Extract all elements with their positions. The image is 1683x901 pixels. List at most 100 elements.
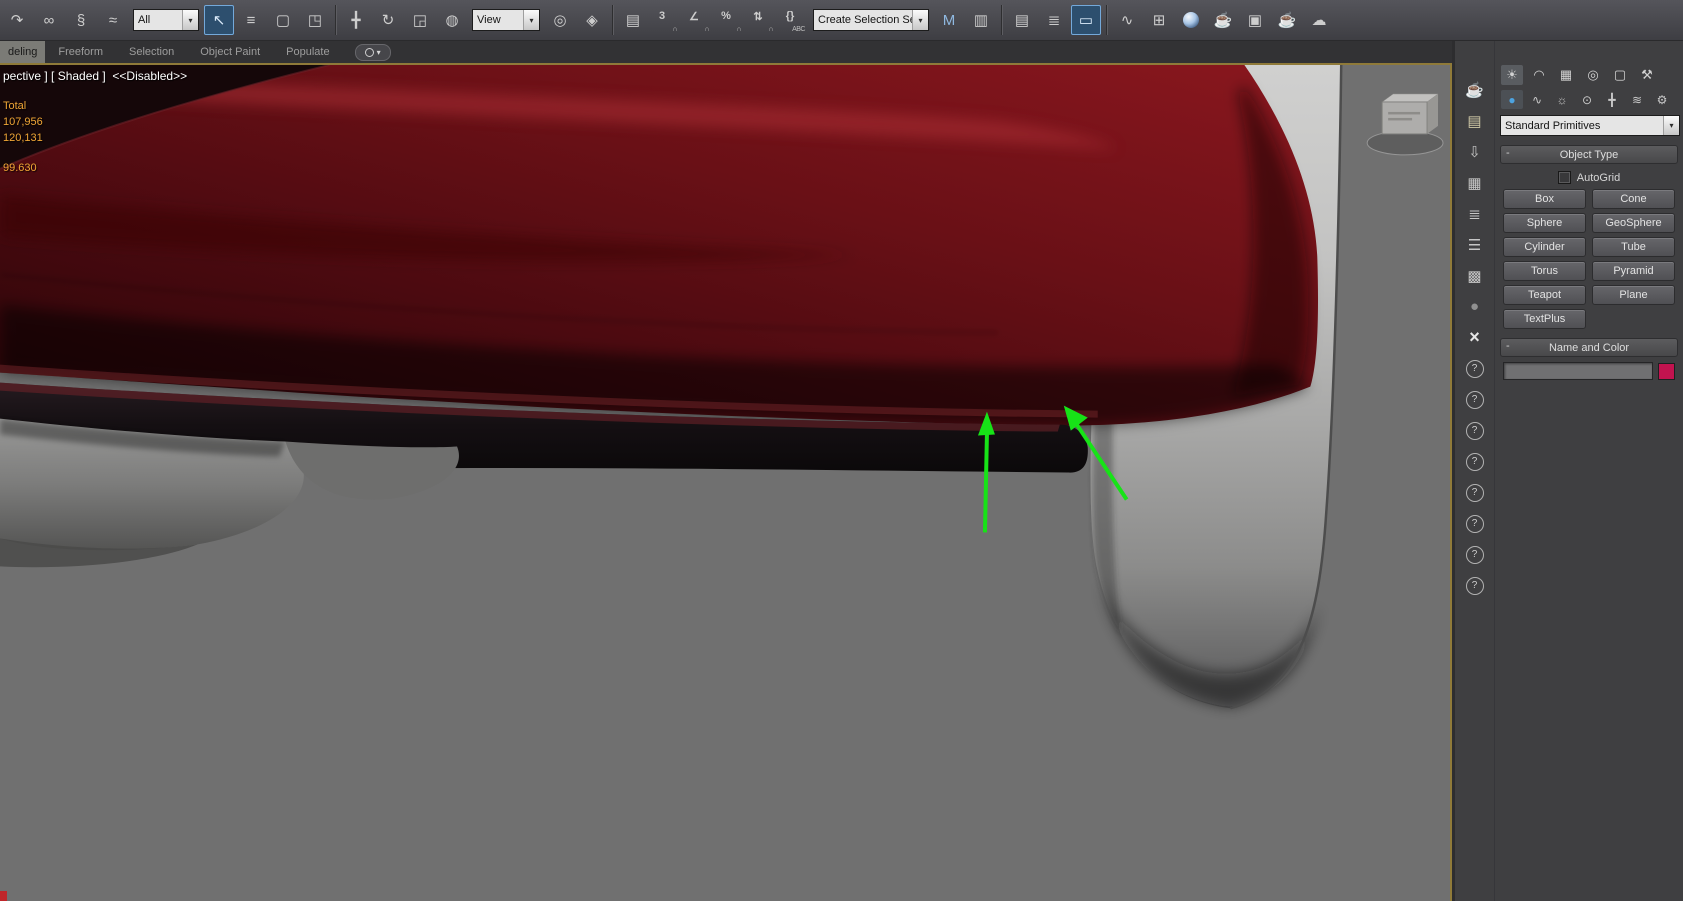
viewport[interactable]: pective ] [ Shaded ] <<Disabled>> Total …	[0, 63, 1452, 901]
display-tab[interactable]: ▢	[1609, 65, 1631, 85]
chevron-down-icon: ▾	[376, 47, 381, 57]
window-crossing-icon[interactable]: ◳	[300, 5, 330, 35]
tab-freeform[interactable]: Freeform	[45, 41, 116, 63]
object-name-input[interactable]	[1503, 362, 1653, 380]
scene-explorer-icon[interactable]: ▤	[1007, 5, 1037, 35]
select-and-place-icon[interactable]: ◍	[437, 5, 467, 35]
autogrid-checkbox[interactable]	[1557, 171, 1571, 184]
name-and-color-rollout-header[interactable]: - Name and Color	[1500, 338, 1678, 357]
schematic-view-icon[interactable]: ⊞	[1144, 5, 1174, 35]
shapes-subtab[interactable]: ∿	[1526, 90, 1548, 109]
snap-3d-icon[interactable]: 3 ∩	[650, 5, 680, 35]
reference-coordinate-dropdown[interactable]: View ▾	[472, 9, 540, 31]
select-object-icon[interactable]: ↖	[204, 5, 234, 35]
grid-icon[interactable]: ▩	[1462, 263, 1488, 288]
render-setup-icon[interactable]: ☕	[1208, 5, 1238, 35]
right-panel-area: ☕ ▤ ⇩ ▦ ≣ ☰ ▩ ● ×???????? ☀ ◠ ▦ ◎ ▢ ⚒ ● ∿ ☼ ⊙ ╋ ≋ ⚙ Standar…	[1452, 41, 1683, 901]
render-cloud-icon[interactable]: ☁	[1304, 5, 1334, 35]
tube-button[interactable]: Tube	[1592, 237, 1675, 257]
cameras-subtab[interactable]: ⊙	[1576, 90, 1598, 109]
ribbon-toggle-icon[interactable]: ▭	[1071, 5, 1101, 35]
mirror-icon[interactable]: M	[934, 5, 964, 35]
help-icon[interactable]: ?	[1462, 511, 1488, 536]
help-icon[interactable]: ?	[1462, 542, 1488, 567]
toolbar-group-link: ↷ ∞ § ≈	[2, 5, 128, 35]
geometry-subtab[interactable]: ●	[1501, 90, 1523, 109]
toolbar-group-snaps: ▤ 3 ∩ ∠ ∩% ∩ ⇅ ∩{} ABC	[618, 5, 808, 35]
tab-selection[interactable]: Selection	[116, 41, 187, 63]
rollout-title: Object Type	[1559, 148, 1619, 161]
viewport-label[interactable]: pective ] [ Shaded ] <<Disabled>>	[3, 69, 187, 83]
toolbar-separator	[1001, 5, 1002, 35]
create-tab[interactable]: ☀	[1501, 65, 1523, 85]
primitive-category-dropdown[interactable]: Standard Primitives ▾	[1500, 115, 1680, 136]
checker-icon[interactable]: ▦	[1462, 170, 1488, 195]
3ds-max-window: ↷ ∞ § ≈ All ▾ ↖ ≡ ▢ ◳ ╋ ↻ ◲ ◍ View ▾ ◎ ◈ ▤ 3 ∩ ∠ ∩% ∩ ⇅ ∩…	[0, 0, 1683, 901]
lights-subtab[interactable]: ☼	[1551, 90, 1573, 109]
helpers-subtab[interactable]: ╋	[1601, 90, 1623, 109]
rendered-frame-icon[interactable]: ▣	[1240, 5, 1270, 35]
select-and-move-icon[interactable]: ╋	[341, 5, 371, 35]
box-button[interactable]: Box	[1503, 189, 1586, 209]
textplus-button[interactable]: TextPlus	[1503, 309, 1586, 329]
teapot-icon[interactable]: ☕	[1462, 77, 1488, 102]
select-and-link-icon[interactable]: ∞	[34, 5, 64, 35]
modify-tab[interactable]: ◠	[1528, 65, 1550, 85]
select-and-rotate-icon[interactable]: ↻	[373, 5, 403, 35]
help-icon[interactable]: ?	[1462, 418, 1488, 443]
command-panel-tabs: ☀ ◠ ▦ ◎ ▢ ⚒	[1500, 65, 1678, 90]
tab-object-paint[interactable]: Object Paint	[187, 41, 273, 63]
sphere-icon[interactable]: ●	[1462, 294, 1488, 319]
help-icon[interactable]: ?	[1462, 480, 1488, 505]
layers-icon[interactable]: ≣	[1462, 201, 1488, 226]
help-icon[interactable]: ?	[1462, 449, 1488, 474]
rect-selection-region-icon[interactable]: ▢	[268, 5, 298, 35]
systems-subtab[interactable]: ⚙	[1651, 90, 1673, 109]
select-and-manipulate-icon[interactable]: ◈	[577, 5, 607, 35]
selection-filter-dropdown[interactable]: All ▾	[133, 9, 199, 31]
geosphere-button[interactable]: GeoSphere	[1592, 213, 1675, 233]
unlink-selection-icon[interactable]: §	[66, 5, 96, 35]
named-selection-set-dropdown[interactable]: Create Selection Se ▾	[813, 9, 929, 31]
plane-button[interactable]: Plane	[1592, 285, 1675, 305]
ribbon-minimize-button[interactable]: ▾	[354, 43, 391, 61]
object-type-rollout-header[interactable]: - Object Type	[1500, 145, 1678, 164]
select-and-scale-icon[interactable]: ◲	[405, 5, 435, 35]
spinner-snap-icon[interactable]: ⇅ ∩	[746, 5, 776, 35]
name-color-row	[1500, 362, 1678, 380]
use-pivot-center-icon[interactable]: ◎	[545, 5, 575, 35]
close-x-icon[interactable]: ×	[1462, 325, 1488, 350]
sphere-button[interactable]: Sphere	[1503, 213, 1586, 233]
spacewarps-subtab[interactable]: ≋	[1626, 90, 1648, 109]
help-icon[interactable]: ?	[1462, 387, 1488, 412]
keyboard-override-icon[interactable]: ▤	[618, 5, 648, 35]
stack-icon[interactable]: ☰	[1462, 232, 1488, 257]
curve-editor-icon[interactable]: ∿	[1112, 5, 1142, 35]
utilities-tab[interactable]: ⚒	[1636, 65, 1658, 85]
toolbar-group-pivot: ◎ ◈	[545, 5, 607, 35]
folder-icon[interactable]: ▤	[1462, 108, 1488, 133]
percent-snap-icon[interactable]: % ∩	[714, 5, 744, 35]
render-production-icon[interactable]: ☕	[1272, 5, 1302, 35]
layer-explorer-icon[interactable]: ≣	[1039, 5, 1069, 35]
angle-snap-icon[interactable]: ∠ ∩	[682, 5, 712, 35]
torus-button[interactable]: Torus	[1503, 261, 1586, 281]
hierarchy-tab[interactable]: ▦	[1555, 65, 1577, 85]
help-icon[interactable]: ?	[1462, 356, 1488, 381]
align-icon[interactable]: ▥	[966, 5, 996, 35]
tab-modeling[interactable]: deling	[0, 41, 46, 63]
motion-tab[interactable]: ◎	[1582, 65, 1604, 85]
tab-populate[interactable]: Populate	[273, 41, 342, 63]
cylinder-button[interactable]: Cylinder	[1503, 237, 1586, 257]
bind-to-spacewarp-icon[interactable]: ≈	[98, 5, 128, 35]
material-editor-icon[interactable]	[1176, 5, 1206, 35]
help-icon[interactable]: ?	[1462, 573, 1488, 598]
redo-icon[interactable]: ↷	[2, 5, 32, 35]
cone-button[interactable]: Cone	[1592, 189, 1675, 209]
pin-icon[interactable]: ⇩	[1462, 139, 1488, 164]
edit-named-selection-sets-icon[interactable]: {} ABC	[778, 5, 808, 35]
object-color-swatch[interactable]	[1658, 362, 1675, 380]
pyramid-button[interactable]: Pyramid	[1592, 261, 1675, 281]
teapot-button[interactable]: Teapot	[1503, 285, 1586, 305]
select-by-name-icon[interactable]: ≡	[236, 5, 266, 35]
